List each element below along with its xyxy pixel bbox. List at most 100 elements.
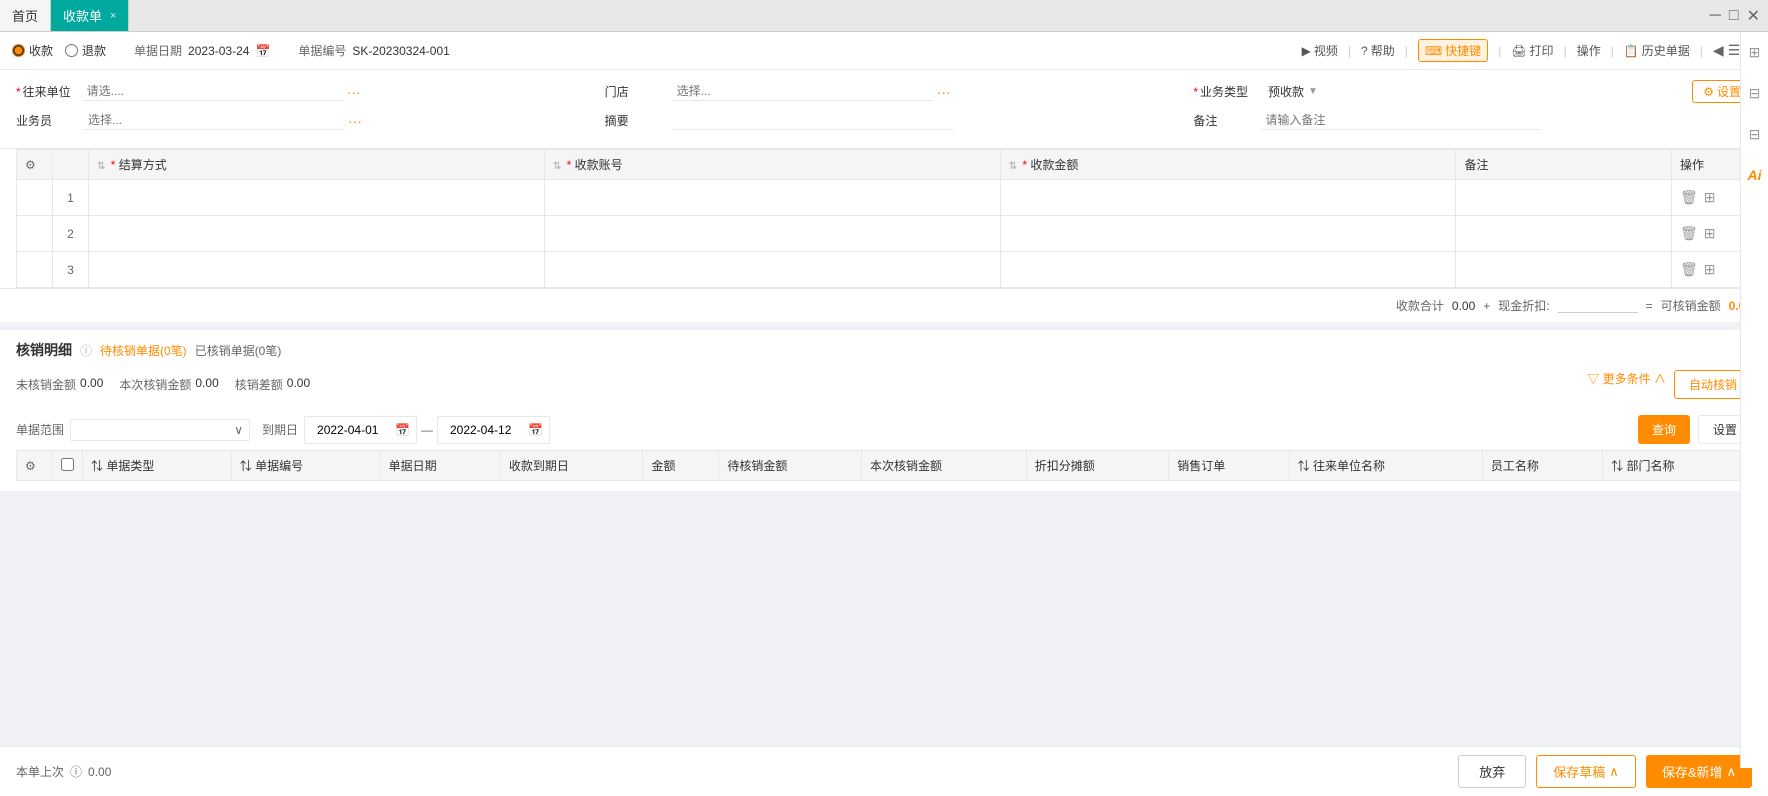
save-new-button[interactable]: 保存&新增 ∧ xyxy=(1646,755,1752,788)
operations-button[interactable]: 操作 xyxy=(1577,42,1601,59)
date-value: 2023-03-24 xyxy=(188,44,249,58)
prev-icon[interactable]: ◀ xyxy=(1713,42,1724,59)
right-sidebar: ⊞ ⊟ ⊟ Ai xyxy=(1740,32,1768,768)
refund-radio-input[interactable] xyxy=(65,44,78,57)
row1-account[interactable] xyxy=(544,180,1000,216)
completed-writeoff-tab[interactable]: 已核销单据(0笔) xyxy=(195,342,282,359)
info-icon[interactable]: ⓘ xyxy=(70,763,82,780)
due-date-start-input[interactable] xyxy=(311,420,391,440)
range-label: 单据范围 xyxy=(16,421,64,438)
query-button[interactable]: 查询 xyxy=(1638,415,1690,444)
summary-input[interactable] xyxy=(673,111,953,130)
counterparty-input[interactable] xyxy=(83,82,343,101)
row1-action-cell: 🗑 ⊞ xyxy=(1680,189,1743,206)
remark-label: 备注 xyxy=(1193,112,1253,129)
shop-more-button[interactable]: ··· xyxy=(937,84,951,100)
save-draft-button[interactable]: 保存草稿 ∧ xyxy=(1536,755,1636,788)
table-settings-icon[interactable]: ⚙ xyxy=(25,158,36,172)
minimize-button[interactable]: ─ xyxy=(1710,7,1721,25)
row3-action-cell: 🗑 ⊞ xyxy=(1680,261,1743,278)
discard-button[interactable]: 放弃 xyxy=(1458,755,1526,788)
bottom-table-settings-icon[interactable]: ⚙ xyxy=(25,459,36,473)
plus-label: + xyxy=(1483,299,1490,313)
staff-more-button[interactable]: ··· xyxy=(348,113,362,129)
table-row: 3 🗑 ⊞ xyxy=(17,252,1752,288)
business-type-label: 业务类型 xyxy=(1200,83,1260,100)
maximize-button[interactable]: □ xyxy=(1729,7,1739,25)
close-window-button[interactable]: ✕ xyxy=(1747,6,1760,26)
help-button[interactable]: ? 帮助 xyxy=(1361,42,1395,59)
video-button[interactable]: ▶ 视频 xyxy=(1302,42,1338,59)
business-type-select[interactable]: 预收款 ▼ xyxy=(1268,83,1318,100)
account-required: * xyxy=(567,158,572,172)
date-range-separator: — xyxy=(421,423,433,437)
doc-date-meta: 单据日期 2023-03-24 📅 xyxy=(134,42,270,59)
due-date-end-input[interactable] xyxy=(444,420,524,440)
row1-delete-icon[interactable]: 🗑 xyxy=(1680,189,1698,206)
print-button[interactable]: 🖨 打印 xyxy=(1511,42,1553,59)
bottom-table-header-row: ⚙ ⇅ 单据类型 ⇅ 单据编号 单据日期 xyxy=(17,451,1752,481)
date-calendar-icon[interactable]: 📅 xyxy=(255,44,270,58)
pending-writeoff-tab[interactable]: 待核销单据(0笔) xyxy=(100,342,187,359)
refund-radio[interactable]: 退款 xyxy=(65,42,106,59)
row3-account[interactable] xyxy=(544,252,1000,288)
quickkey-icon: ⌨ xyxy=(1425,44,1442,58)
shop-input[interactable] xyxy=(673,82,933,101)
row1-amount[interactable] xyxy=(1000,180,1456,216)
btcol-checkbox xyxy=(53,451,83,481)
sidebar-print-icon[interactable]: ⊟ xyxy=(1745,81,1765,106)
sidebar-ai-icon[interactable]: Ai xyxy=(1744,163,1766,187)
remark-field: 备注 xyxy=(1193,111,1752,130)
row2-remark[interactable] xyxy=(1456,216,1672,252)
row3-settlement[interactable] xyxy=(89,252,545,288)
row1-settlement[interactable] xyxy=(89,180,545,216)
sidebar-link-icon[interactable]: ⊟ xyxy=(1745,122,1765,147)
row2-delete-icon[interactable]: 🗑 xyxy=(1680,225,1698,242)
row3-copy-icon[interactable]: ⊞ xyxy=(1704,261,1716,278)
row1-remark[interactable] xyxy=(1456,180,1672,216)
amount-sort-icon: ⇅ xyxy=(1009,161,1017,172)
tab-home[interactable]: 首页 xyxy=(0,0,51,31)
separator-2: | xyxy=(1405,44,1408,58)
receipt-radio[interactable]: 收款 xyxy=(12,42,53,59)
sidebar-table-icon[interactable]: ⊞ xyxy=(1745,40,1765,65)
row2-settings xyxy=(17,216,53,252)
tab-receipt-close[interactable]: × xyxy=(110,10,116,22)
row2-account[interactable] xyxy=(544,216,1000,252)
writeoff-info-icon[interactable]: ⓘ xyxy=(80,342,92,359)
range-select[interactable]: ∨ xyxy=(70,419,250,441)
row2-copy-icon[interactable]: ⊞ xyxy=(1704,225,1716,242)
discount-input[interactable] xyxy=(1558,298,1638,313)
more-conditions-button[interactable]: ▽ 更多条件 ∧ xyxy=(1587,370,1666,399)
receipt-radio-input[interactable] xyxy=(12,44,25,57)
row3-delete-icon[interactable]: 🗑 xyxy=(1680,261,1698,278)
btcol-discount: 折扣分摊额 xyxy=(1026,451,1169,481)
start-calendar-icon[interactable]: 📅 xyxy=(395,423,410,437)
counterparty-sort-icon: ⇅ xyxy=(1298,459,1310,473)
row2-amount[interactable] xyxy=(1000,216,1456,252)
history-button[interactable]: 📋 历史单据 xyxy=(1624,42,1690,59)
summary-row: 收款合计 0.00 + 现金折扣: = 可核销金额 0.00 xyxy=(0,288,1768,322)
tab-bar: 首页 收款单 × ─ □ ✕ xyxy=(0,0,1768,32)
current-writeoff-value: 0.00 xyxy=(195,376,218,393)
row3-remark[interactable] xyxy=(1456,252,1672,288)
window-controls: ─ □ ✕ xyxy=(1710,6,1768,26)
counterparty-more-button[interactable]: ··· xyxy=(347,84,361,100)
quickkey-button[interactable]: ⌨ 快捷键 xyxy=(1418,39,1488,62)
business-type-value: 预收款 xyxy=(1268,83,1304,100)
tab-receipt-label: 收款单 xyxy=(63,6,102,25)
view-list-icon[interactable]: ☰ xyxy=(1728,42,1741,59)
staff-field: 业务员 ··· xyxy=(16,111,575,130)
btcol-sales-order: 销售订单 xyxy=(1169,451,1289,481)
end-calendar-icon[interactable]: 📅 xyxy=(528,423,543,437)
staff-input[interactable] xyxy=(84,111,344,130)
number-label: 单据编号 xyxy=(298,42,346,59)
remark-input[interactable] xyxy=(1261,111,1541,130)
tab-receipt[interactable]: 收款单 × xyxy=(51,0,129,31)
select-all-checkbox[interactable] xyxy=(61,458,74,471)
row1-copy-icon[interactable]: ⊞ xyxy=(1704,189,1716,206)
row3-amount[interactable] xyxy=(1000,252,1456,288)
current-writeoff-label: 本次核销金额 xyxy=(119,376,191,393)
counterparty-field: * 往来单位 ··· xyxy=(16,82,575,101)
row2-settlement[interactable] xyxy=(89,216,545,252)
